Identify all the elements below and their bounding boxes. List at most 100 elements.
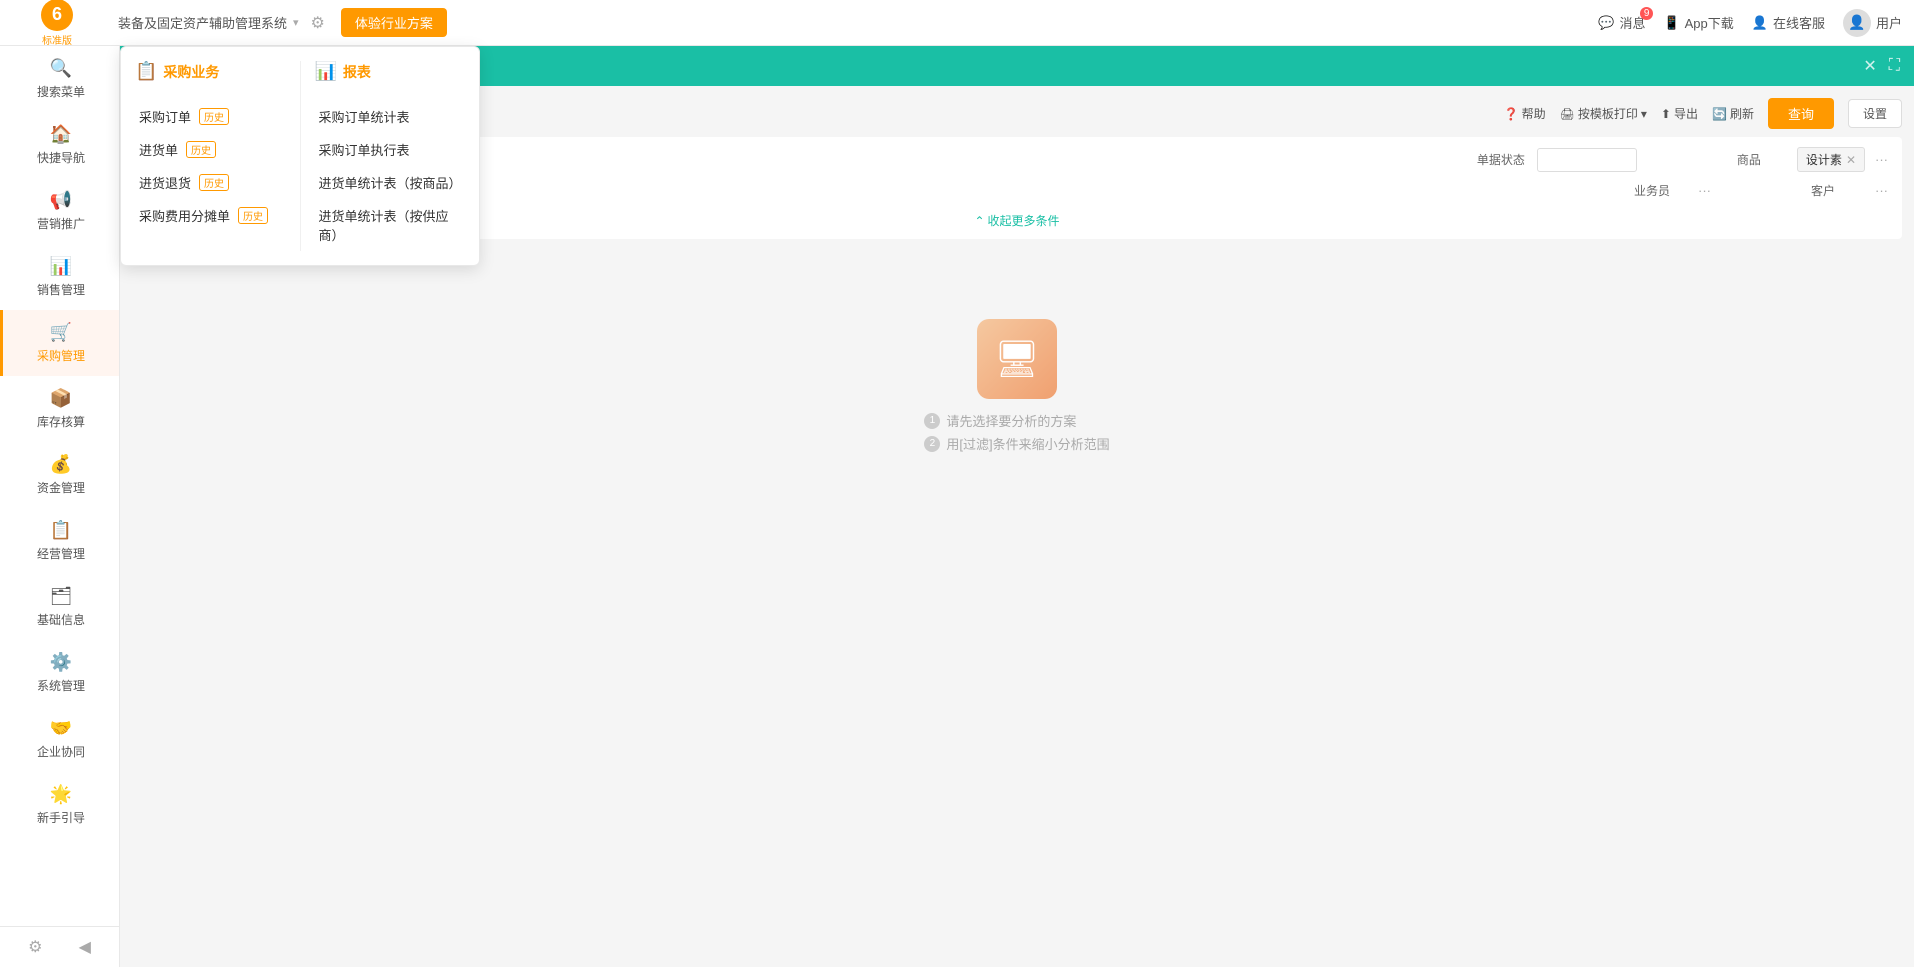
refresh-button[interactable]: 🔄 刷新 [1712,105,1754,122]
dropdown-item-po-stats[interactable]: 采购订单统计表 [315,100,466,133]
sidebar-item-basic-info[interactable]: 🗂 基础信息 [0,574,119,640]
export-button[interactable]: ⬆ 导出 [1661,105,1698,122]
step-1-label: 请先选择要分析的方案 [946,411,1076,430]
sidebar-bottom: ⚙ ◀ [0,926,119,967]
sales-icon: 📊 [50,256,72,277]
sidebar-item-search[interactable]: 🔍 搜索菜单 [0,46,119,112]
report-header-label: 报表 [343,62,371,82]
sidebar-item-operations[interactable]: 📋 经营管理 [0,508,119,574]
dropdown-item-goods-return[interactable]: 进货退货 历史 [135,166,286,199]
sidebar-item-label: 新手引导 [37,809,85,826]
print-icon: 🖨 [1560,107,1575,121]
empty-state: 🖥 1 请先选择要分析的方案 2 用[过滤]条件来缩小分析范围 [132,319,1902,457]
sidebar-item-inventory[interactable]: 📦 库存核算 [0,376,119,442]
app-download-label: App下载 [1685,13,1734,32]
collapse-button[interactable]: ⌃ 收起更多条件 [974,212,1059,229]
search-icon: 🔍 [50,58,72,79]
logo-icon: 6 [41,0,73,31]
sidebar-item-label: 基础信息 [37,611,85,628]
help-button[interactable]: ❓ 帮助 [1504,105,1546,122]
dropdown-item-purchase-order[interactable]: 采购订单 历史 [135,100,286,133]
online-service-label: 在线客服 [1773,13,1825,32]
app-title: 装备及固定资产辅助管理系统 [118,13,287,32]
purchase-report-col: 📊 报表 采购订单统计表 采购订单执行表 进货单统计表（按商品） 进货单统计表（… [300,61,480,251]
online-service-group[interactable]: 👤 在线客服 [1752,13,1825,32]
newbie-icon: 🌟 [50,784,72,805]
sidebar-item-system[interactable]: ⚙️ 系统管理 [0,640,119,706]
receipt-stats-supplier-label: 进货单统计表（按供应商） [319,206,462,244]
finance-icon: 💰 [50,454,72,475]
sidebar-item-label: 采购管理 [37,347,85,364]
salesperson-more-icon[interactable]: ··· [1698,183,1711,198]
dropdown-item-receipt-stats-supplier[interactable]: 进货单统计表（按供应商） [315,199,466,251]
sidebar-item-finance[interactable]: 💰 资金管理 [0,442,119,508]
sidebar-item-marketing[interactable]: 📢 营销推广 [0,178,119,244]
business-header-label: 采购业务 [163,62,219,82]
empty-state-image: 🖥 [977,319,1057,399]
sidebar: 🔍 搜索菜单 🏠 快捷导航 📢 营销推广 📊 销售管理 🛒 采购管理 📦 库存核… [0,46,120,967]
collapse-sidebar-icon[interactable]: ◀ [79,937,91,957]
customer-more-icon[interactable]: ··· [1875,183,1888,198]
message-icon: 💬 [1598,15,1614,31]
empty-step-2: 2 用[过滤]条件来缩小分析范围 [924,434,1109,453]
history-badge-goods-return[interactable]: 历史 [199,174,229,191]
history-badge-purchase-order[interactable]: 历史 [199,108,229,125]
help-icon: ❓ [1504,107,1519,121]
print-button[interactable]: 🖨 按模板打印 ▾ [1560,105,1647,122]
print-label: 按模板打印 [1578,105,1638,122]
sidebar-item-newbie[interactable]: 🌟 新手引导 [0,772,119,838]
inventory-icon: 📦 [50,388,72,409]
sidebar-item-sales[interactable]: 📊 销售管理 [0,244,119,310]
step-2-label: 用[过滤]条件来缩小分析范围 [946,434,1109,453]
industry-solution-button[interactable]: 体验行业方案 [341,8,447,37]
home-icon: 🏠 [50,124,72,145]
sidebar-item-label: 库存核算 [37,413,85,430]
service-icon: 👤 [1752,15,1768,31]
dropdown-item-purchase-expense[interactable]: 采购费用分摊单 历史 [135,199,286,232]
purchase-expense-label: 采购费用分摊单 [139,206,230,225]
receipt-stats-goods-label: 进货单统计表（按商品） [319,173,462,192]
sidebar-item-label: 资金管理 [37,479,85,496]
purchase-business-header: 📋 采购业务 [135,61,286,88]
purchase-business-col: 📋 采购业务 采购订单 历史 进货单 历史 进货退货 历史 采购费用分摊单 历史 [121,61,300,251]
history-badge-goods-receipt[interactable]: 历史 [186,141,216,158]
goods-more-icon[interactable]: ··· [1875,152,1888,167]
avatar-icon: 👤 [1848,14,1865,31]
close-window-icon[interactable]: ✕ [1859,52,1880,80]
export-label: 导出 [1674,105,1698,122]
dropdown-item-goods-receipt[interactable]: 进货单 历史 [135,133,286,166]
history-badge-purchase-expense[interactable]: 历史 [238,207,268,224]
doc-status-select[interactable] [1537,148,1637,172]
app-download-group[interactable]: 📱 App下载 [1663,13,1733,32]
empty-step-1: 1 请先选择要分析的方案 [924,411,1109,430]
sidebar-item-label: 快捷导航 [37,149,85,166]
sidebar-item-enterprise[interactable]: 🤝 企业协同 [0,706,119,772]
user-label: 用户 [1876,13,1902,32]
dropdown-item-receipt-stats-goods[interactable]: 进货单统计表（按商品） [315,166,466,199]
maximize-icon[interactable]: ⛶ [1885,53,1904,79]
query-button[interactable]: 查询 [1768,98,1834,129]
goods-tag-value: 设计素 [1806,151,1842,168]
settings-button[interactable]: 设置 [1848,99,1902,128]
enterprise-icon: 🤝 [50,718,72,739]
app-logo: 6 标准版 [12,0,102,47]
marketing-icon: 📢 [50,190,72,211]
title-chevron-icon[interactable]: ▾ [293,16,299,29]
sidebar-item-quick-nav[interactable]: 🏠 快捷导航 [0,112,119,178]
operations-icon: 📋 [50,520,72,541]
settings-icon[interactable]: ⚙ [311,13,325,33]
dropdown-item-po-exec[interactable]: 采购订单执行表 [315,133,466,166]
goods-receipt-label: 进货单 [139,140,178,159]
system-icon: ⚙️ [50,652,72,673]
settings-bottom-icon[interactable]: ⚙ [28,937,42,957]
sidebar-item-purchase[interactable]: 🛒 采购管理 [0,310,119,376]
user-group[interactable]: 👤 用户 [1843,9,1902,37]
empty-state-icon: 🖥 [994,338,1040,380]
purchase-report-header: 📊 报表 [315,61,466,88]
goods-tag: 设计素 ✕ [1797,147,1865,172]
sidebar-item-label: 企业协同 [37,743,85,760]
goods-tag-remove-icon[interactable]: ✕ [1846,153,1856,167]
sidebar-item-label: 经营管理 [37,545,85,562]
sidebar-item-label: 销售管理 [37,281,85,298]
messages-icon-group[interactable]: 💬 消息 9 [1598,13,1645,32]
